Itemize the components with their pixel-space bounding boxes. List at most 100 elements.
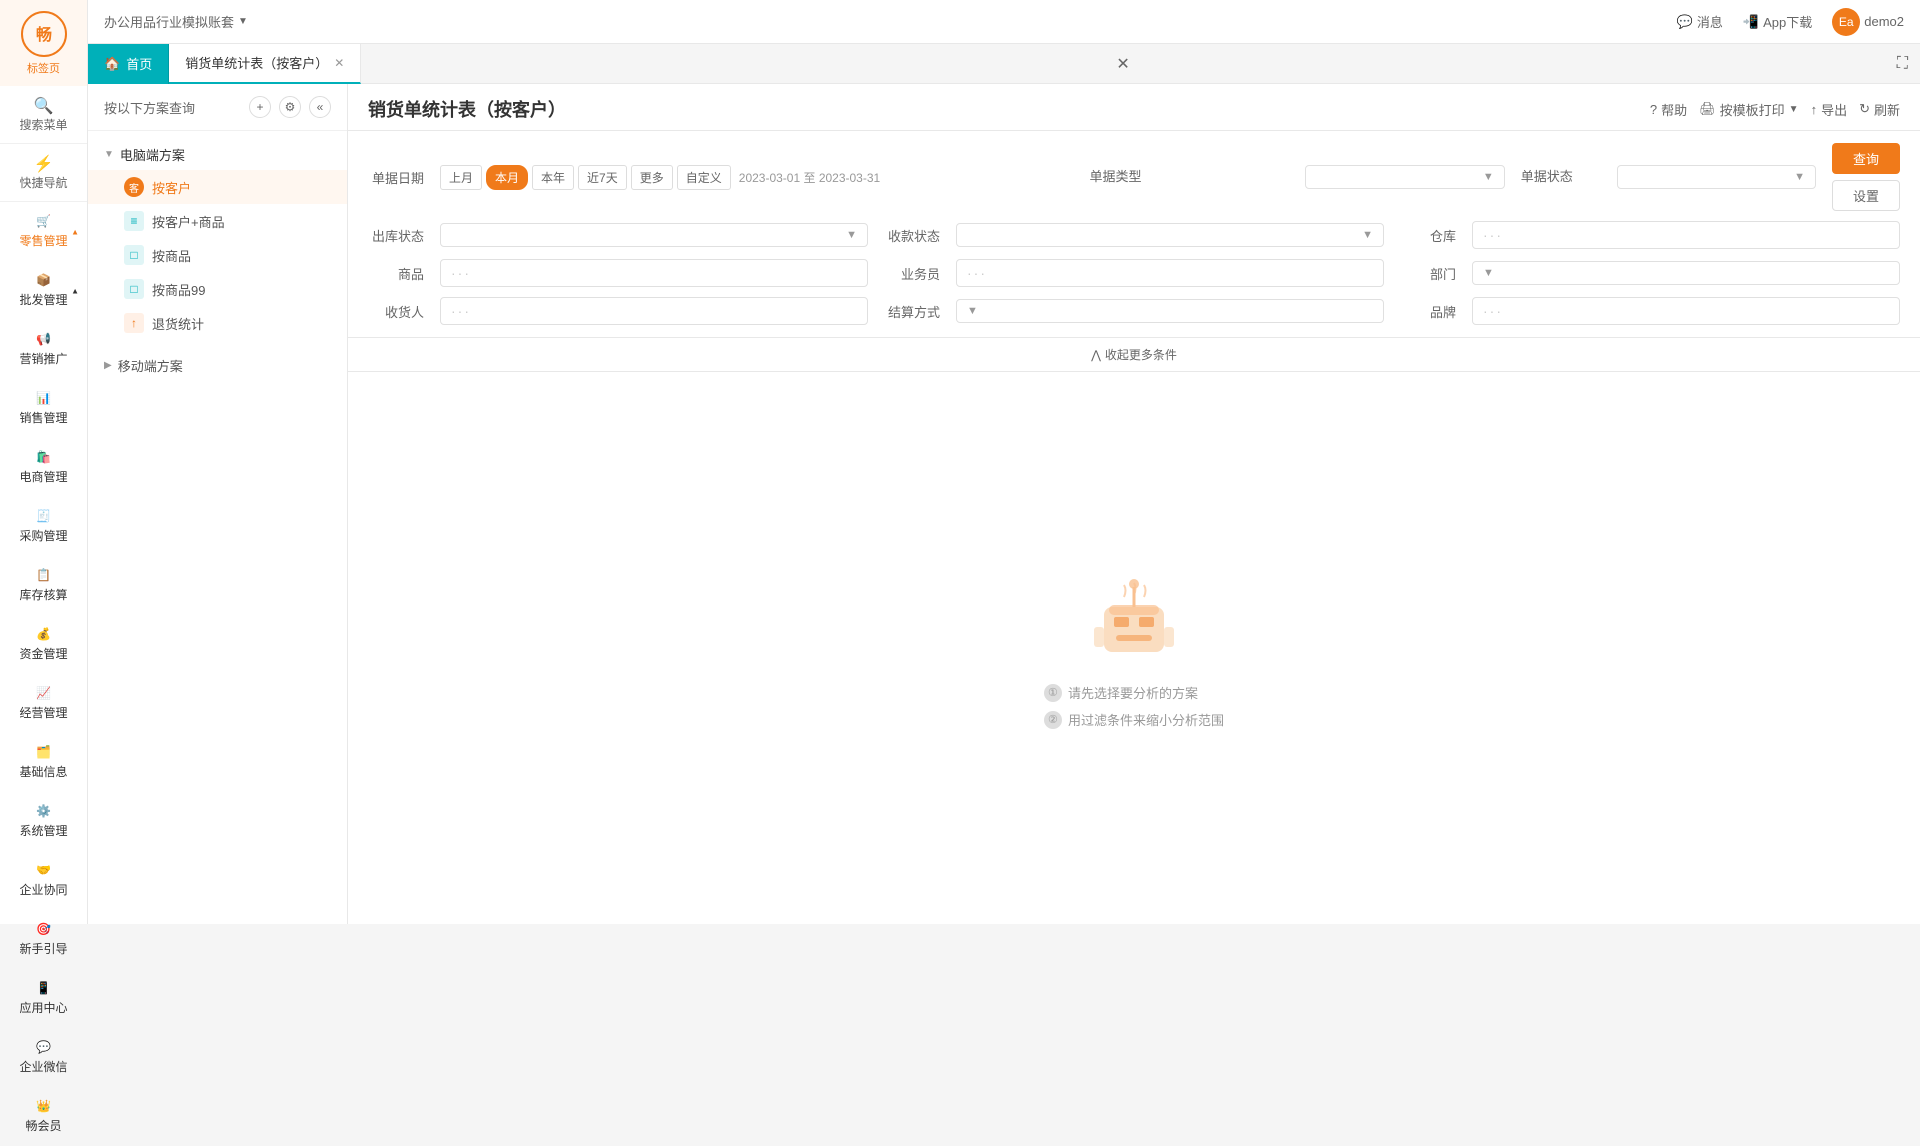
order-status-select[interactable]: ▼ [1617, 165, 1816, 189]
collapse-icon: « [317, 100, 324, 114]
desktop-scheme-title[interactable]: ▼ 电脑端方案 [88, 139, 347, 170]
page-title: 销货单统计表（按客户） [368, 96, 566, 122]
payment-status-label: 收款状态 [884, 226, 940, 245]
refresh-label: 刷新 [1874, 100, 1900, 119]
scheme-by-product[interactable]: □ 按商品 [88, 238, 347, 272]
payment-status-select[interactable]: ▼ [956, 223, 1384, 247]
settings-scheme-btn[interactable]: ⚙ [279, 96, 301, 118]
scheme-by-customer-product[interactable]: ≡ 按客户+商品 [88, 204, 347, 238]
by-product99-label: 按商品99 [152, 280, 205, 299]
app-download-btn[interactable]: 📲 App下载 [1743, 12, 1812, 31]
filter-row-3: 商品 ··· 业务员 ··· 部门 ▼ [368, 259, 1900, 287]
template-print-btn[interactable]: 🖨 按模板打印 ▼ [1699, 100, 1798, 119]
sidebar-item-basic[interactable]: 🗂️ 基础信息 [0, 733, 87, 792]
sales-summary-tab-label: 销货单统计表（按客户） [185, 53, 328, 72]
sidebar-item-operation[interactable]: 📈 经营管理 [0, 674, 87, 733]
action-buttons: 查询 设置 [1832, 143, 1900, 211]
scheme-refund-stat[interactable]: ↑ 退货统计 [88, 306, 347, 340]
sidebar-item-retail[interactable]: 🛒 零售管理 [0, 202, 87, 261]
date-label: 单据日期 [368, 168, 424, 187]
receiver-select[interactable]: ··· [440, 297, 868, 325]
user-menu[interactable]: Ea demo2 [1832, 8, 1904, 36]
message-btn[interactable]: 💬 消息 [1677, 12, 1723, 31]
date-btn-last-month[interactable]: 上月 [440, 165, 482, 190]
sidebar-item-finance[interactable]: 💰 资金管理 [0, 615, 87, 674]
date-btn-custom[interactable]: 自定义 [677, 165, 731, 190]
sidebar-item-wholesale[interactable]: 📦 批发管理 [0, 261, 87, 320]
desktop-scheme-label: 电脑端方案 [120, 145, 185, 164]
sidebar-item-sales[interactable]: 📊 销售管理 [0, 379, 87, 438]
sidebar-item-enterprise[interactable]: 🤝 企业协同 [0, 851, 87, 910]
tab-sales-summary[interactable]: 销货单统计表（按客户） ✕ [169, 44, 361, 84]
chevron-up-icon: ⋀ [1091, 348, 1101, 362]
add-scheme-btn[interactable]: + [249, 96, 271, 118]
refresh-icon: ↻ [1859, 101, 1870, 117]
scheme-by-product99[interactable]: □ 按商品99 [88, 272, 347, 306]
refund-stat-icon: ↑ [124, 313, 144, 333]
logo-area: 畅 标签页 [0, 0, 87, 86]
sidebar-item-system[interactable]: ⚙️ 系统管理 [0, 792, 87, 851]
settlement-chevron-icon: ▼ [967, 305, 978, 317]
account-dropdown[interactable]: 办公用品行业模拟账套 ▼ [104, 12, 248, 31]
chevron-print-icon: ▼ [1789, 104, 1799, 115]
collapse-bar[interactable]: ⋀ 收起更多条件 [348, 338, 1920, 372]
operation-icon: 📈 [36, 686, 51, 700]
main-area: 办公用品行业模拟账套 ▼ 💬 消息 📲 App下载 Ea demo2 🏠 [88, 0, 1920, 924]
tab-home[interactable]: 🏠 首页 [88, 44, 169, 84]
date-btn-this-year[interactable]: 本年 [532, 165, 574, 190]
product-select[interactable]: ··· [440, 259, 868, 287]
enterprise-icon: 🤝 [36, 863, 51, 877]
storage-select[interactable]: ··· [1472, 221, 1900, 249]
sidebar-item-appstore[interactable]: 📱 应用中心 [0, 969, 87, 1028]
refresh-btn[interactable]: ↻ 刷新 [1859, 100, 1900, 119]
message-label: 消息 [1697, 12, 1723, 31]
collapse-panel-btn[interactable]: « [309, 96, 331, 118]
finance-icon: 💰 [36, 627, 51, 641]
out-status-select[interactable]: ▼ [440, 223, 868, 247]
left-panel-header: 按以下方案查询 + ⚙ « [88, 84, 347, 131]
refund-stat-label: 退货统计 [152, 314, 204, 333]
quick-nav[interactable]: ⚡ 快捷导航 [0, 144, 87, 202]
collapse-label: 收起更多条件 [1105, 346, 1177, 363]
maximize-btn[interactable]: ⛶ [1885, 55, 1920, 73]
query-btn[interactable]: 查询 [1832, 143, 1900, 174]
salesperson-select[interactable]: ··· [956, 259, 1384, 287]
tab-close-icon[interactable]: ✕ [334, 56, 344, 70]
sidebar-item-wechat[interactable]: 💬 企业微信 [0, 1028, 87, 1087]
retail-label: 零售管理 [19, 232, 67, 249]
settings-btn[interactable]: 设置 [1832, 180, 1900, 211]
brand-select[interactable]: ··· [1472, 297, 1900, 325]
appstore-label: 应用中心 [19, 999, 67, 1016]
date-btn-more[interactable]: 更多 [631, 165, 673, 190]
filter-area: 单据日期 上月 本月 本年 近7天 更多 自定义 2023-03-01 至 20… [348, 131, 1920, 338]
settlement-select[interactable]: ▼ [956, 299, 1384, 323]
close-tab-btn[interactable]: ✕ [1104, 54, 1141, 74]
chevron-down-icon: ▼ [238, 16, 248, 27]
order-status-label: 单据状态 [1521, 166, 1601, 185]
sidebar-item-member[interactable]: 👑 畅会员 [0, 1087, 87, 1146]
page-header-top: 销货单统计表（按客户） ? 帮助 🖨 按模板打印 ▼ ↑ [368, 96, 1900, 122]
date-btn-last-7-days[interactable]: 近7天 [578, 165, 627, 190]
sidebar-item-newbie[interactable]: 🎯 新手引导 [0, 910, 87, 969]
marketing-icon: 📢 [36, 332, 51, 346]
mobile-scheme-group[interactable]: ▶ 移动端方案 [88, 348, 347, 383]
help-btn[interactable]: ? 帮助 [1650, 100, 1687, 119]
department-label: 部门 [1400, 264, 1456, 283]
export-btn[interactable]: ↑ 导出 [1811, 100, 1848, 119]
purchase-icon: 🧾 [36, 509, 51, 523]
date-btn-this-month[interactable]: 本月 [486, 165, 528, 190]
order-type-select[interactable]: ▼ [1305, 165, 1504, 189]
search-menu[interactable]: 🔍 搜索菜单 [0, 86, 87, 144]
sidebar-item-inventory[interactable]: 📋 库存核算 [0, 556, 87, 615]
date-range-display: 2023-03-01 至 2023-03-31 [739, 169, 880, 186]
sidebar-item-ecommerce[interactable]: 🛍️ 电商管理 [0, 438, 87, 497]
empty-tip-1: ① 请先选择要分析的方案 [1044, 683, 1224, 702]
department-select[interactable]: ▼ [1472, 261, 1900, 285]
sidebar-item-marketing[interactable]: 📢 营销推广 [0, 320, 87, 379]
account-name: 办公用品行业模拟账套 [104, 12, 234, 31]
scheme-by-customer[interactable]: 客 按客户 [88, 170, 347, 204]
sidebar-item-purchase[interactable]: 🧾 采购管理 [0, 497, 87, 556]
filter-row-4: 收货人 ··· 结算方式 ▼ 品牌 ··· [368, 297, 1900, 325]
operation-label: 经营管理 [19, 704, 67, 721]
avatar: Ea [1832, 8, 1860, 36]
